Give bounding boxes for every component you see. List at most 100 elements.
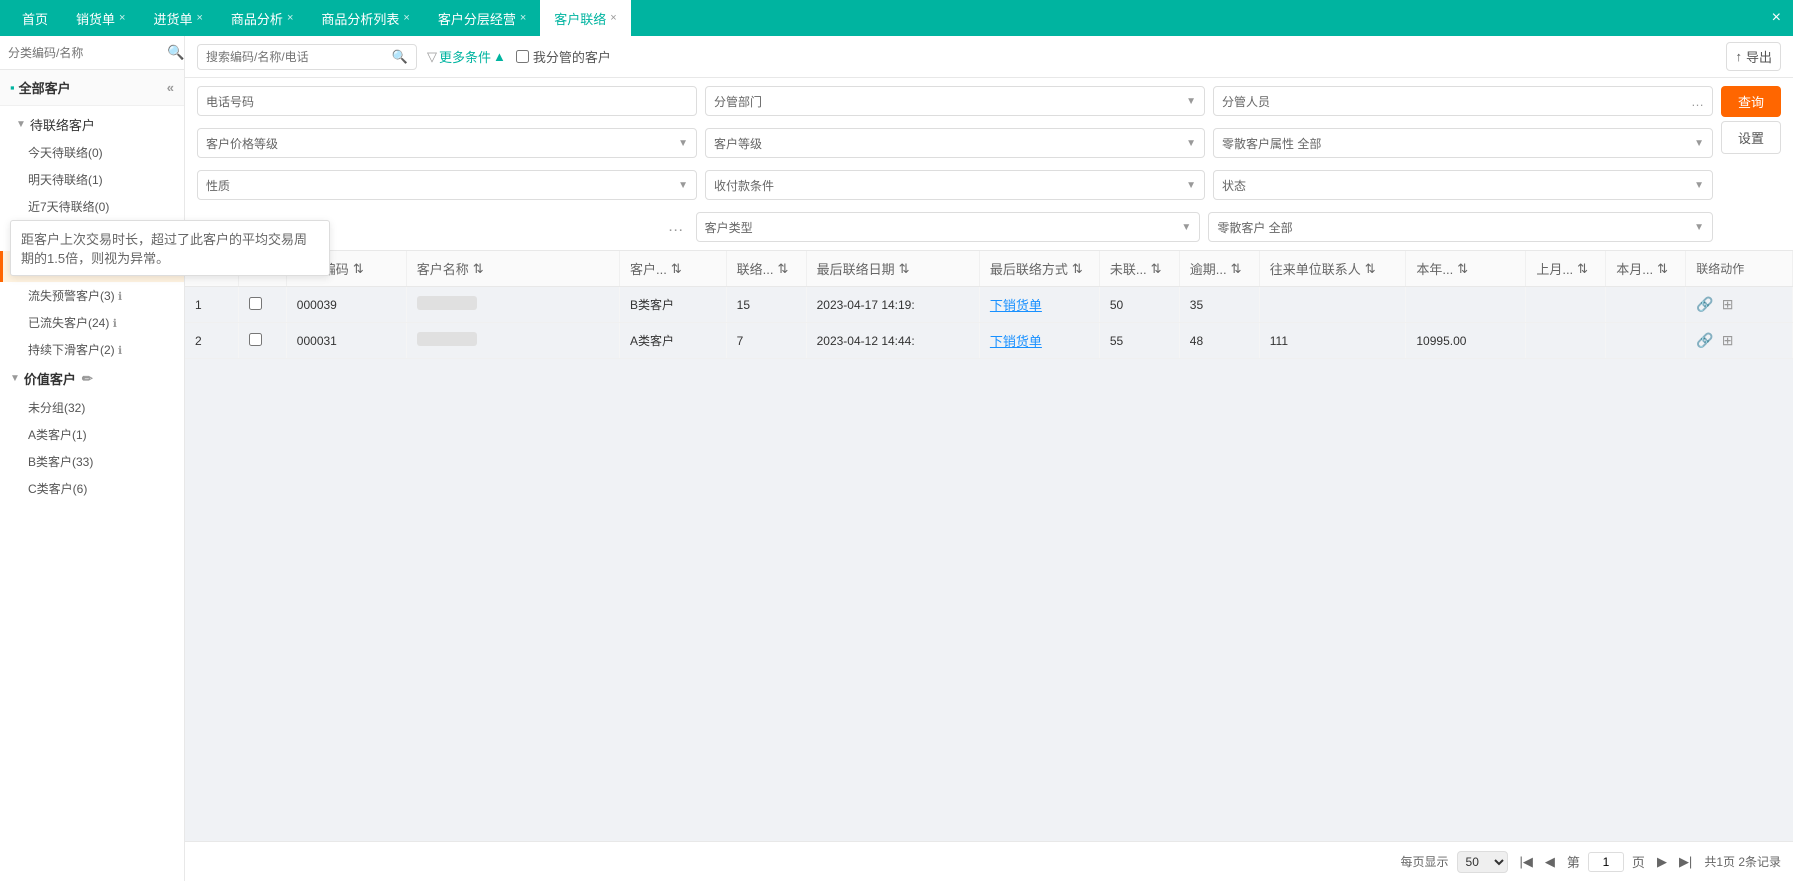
filter-search-box: 🔍 — [197, 44, 417, 70]
filter-dept[interactable]: 分管部门 ▼ — [705, 86, 1205, 116]
row-checkbox-2[interactable] — [249, 333, 262, 346]
td-last-date-1: 2023-04-17 14:19: — [806, 287, 979, 323]
more-action-icon-1[interactable]: ⊞ — [1722, 296, 1734, 313]
sidebar-item-lost[interactable]: 已流失客户(24) ℹ — [0, 309, 184, 336]
filter-customer-level[interactable]: 客户等级 ▼ — [705, 128, 1205, 158]
td-actions-2: 🔗 ⊞ — [1686, 323, 1793, 359]
edit-icon[interactable]: ✏ — [82, 371, 93, 387]
filter-status[interactable]: 状态 ▼ — [1213, 170, 1713, 200]
th-customer-name[interactable]: 客户名称 ⇅ — [406, 251, 619, 287]
sidebar-content: ▪ 全部客户 « ▼ 待联络客户 今天待联络(0) 明天待联络(1) 近7天待联… — [0, 70, 184, 881]
contact-icon-2[interactable]: 🔗 — [1696, 332, 1713, 349]
sidebar-search-input[interactable] — [8, 46, 163, 60]
sidebar-item-declining[interactable]: 持续下滑客户(2) ℹ — [0, 336, 184, 363]
sidebar-item-loss-warning[interactable]: 流失预警客户(3) ℹ — [0, 282, 184, 309]
main-search-icon[interactable]: 🔍 — [392, 49, 408, 65]
filter-price-level[interactable]: 客户价格等级 ▼ — [197, 128, 697, 158]
sidebar-item-class-c[interactable]: C类客户(6) — [0, 475, 184, 502]
sidebar-item-today[interactable]: 今天待联络(0) — [0, 139, 184, 166]
contact-icon-1[interactable]: 🔗 — [1696, 296, 1713, 313]
nav-sales-order[interactable]: 销货单 × — [62, 0, 139, 36]
chevron-down-icon: ▼ — [1186, 138, 1196, 149]
sidebar-item-tomorrow[interactable]: 明天待联络(1) — [0, 166, 184, 193]
nav-close-icon[interactable]: × — [287, 12, 293, 24]
window-close-button[interactable]: × — [1772, 9, 1781, 27]
chevron-up-icon: ▲ — [493, 49, 506, 64]
sidebar-value-customers-header[interactable]: ▼ 价值客户 ✏ — [0, 363, 184, 394]
page-size-select[interactable]: 50 100 200 — [1457, 851, 1508, 873]
my-customers-checkbox[interactable] — [516, 50, 529, 63]
sidebar-item-class-b[interactable]: B类客户(33) — [0, 448, 184, 475]
more-conditions-button[interactable]: ▽ 更多条件 ▲ — [427, 47, 506, 66]
filter-retail-customer[interactable]: 零散客户 全部 ▼ — [1208, 212, 1713, 242]
page-first-button[interactable]: |◀ — [1516, 852, 1537, 872]
filter-row-2: 客户价格等级 ▼ 客户等级 ▼ 零散客户属性 全部 ▼ — [197, 128, 1713, 158]
th-company-contact[interactable]: 往来单位联系人 ⇅ — [1259, 251, 1406, 287]
page-prev-button[interactable]: ◀ — [1541, 852, 1559, 872]
chevron-down-icon: ▼ — [678, 138, 688, 149]
nav-purchase-order[interactable]: 进货单 × — [139, 0, 216, 36]
td-name-2 — [406, 323, 619, 359]
table-scroll-wrapper: ⚙ 客户编码 ⇅ 客户名称 ⇅ 客户... ⇅ — [185, 251, 1793, 841]
sidebar-search-icon[interactable]: 🔍 — [167, 44, 184, 61]
filter-person[interactable]: 分管人员 … — [1213, 86, 1713, 116]
nav-customer-contact[interactable]: 客户联络 × — [540, 0, 630, 36]
th-last-month[interactable]: 上月... ⇅ — [1526, 251, 1606, 287]
th-this-month[interactable]: 本月... ⇅ — [1606, 251, 1686, 287]
chevron-down-icon: ▼ — [678, 180, 688, 191]
nav-close-icon[interactable]: × — [196, 12, 202, 24]
main-search-input[interactable] — [206, 50, 388, 64]
link-sales-order-1[interactable]: 下销货单 — [990, 298, 1042, 313]
th-overdue[interactable]: 逾期... ⇅ — [1179, 251, 1259, 287]
link-sales-order-2[interactable]: 下销货单 — [990, 334, 1042, 349]
td-contact-count-1: 15 — [726, 287, 806, 323]
top-navigation: 首页 销货单 × 进货单 × 商品分析 × 商品分析列表 × 客户分层经营 × … — [0, 0, 1793, 36]
th-this-year[interactable]: 本年... ⇅ — [1406, 251, 1526, 287]
nav-close-icon[interactable]: × — [520, 12, 526, 24]
bottom-pagination-bar: 每页显示 50 100 200 |◀ ◀ 第 页 ▶ ▶| 共1页 2条记录 — [185, 841, 1793, 881]
ellipsis-icon[interactable]: … — [1691, 94, 1704, 109]
settings-button[interactable]: 设置 — [1721, 121, 1781, 154]
query-button[interactable]: 查询 — [1721, 86, 1781, 117]
th-customer-type[interactable]: 客户... ⇅ — [620, 251, 727, 287]
more-action-icon-2[interactable]: ⊞ — [1722, 332, 1734, 349]
arrow-down-icon: ▼ — [10, 373, 20, 384]
nav-close-active-icon[interactable]: × — [610, 12, 616, 24]
page-number-input[interactable] — [1588, 852, 1624, 872]
export-button[interactable]: ↑ 导出 — [1726, 42, 1781, 71]
filter-retail-attr[interactable]: 零散客户属性 全部 ▼ — [1213, 128, 1713, 158]
nav-product-analysis[interactable]: 商品分析 × — [217, 0, 307, 36]
sidebar-item-ungrouped[interactable]: 未分组(32) — [0, 394, 184, 421]
nav-customer-stratification[interactable]: 客户分层经营 × — [424, 0, 540, 36]
chevron-down-icon: ▼ — [1186, 180, 1196, 191]
td-this-year-1 — [1406, 287, 1526, 323]
sidebar-all-customers-header[interactable]: ▪ 全部客户 « — [0, 70, 184, 106]
nav-home[interactable]: 首页 — [8, 0, 62, 36]
sidebar-collapse-icon[interactable]: « — [167, 80, 174, 95]
sort-icon: ⇅ — [671, 261, 682, 277]
th-last-contact-date[interactable]: 最后联络日期 ⇅ — [806, 251, 979, 287]
nav-close-icon[interactable]: × — [403, 12, 409, 24]
page-last-button[interactable]: ▶| — [1675, 852, 1696, 872]
filter-phone[interactable]: 电话号码 — [197, 86, 697, 116]
chevron-down-icon: ▼ — [1186, 96, 1196, 107]
filter-nature[interactable]: 性质 ▼ — [197, 170, 697, 200]
row-checkbox-1[interactable] — [249, 297, 262, 310]
chevron-down-icon: ▼ — [1694, 138, 1704, 149]
my-customers-checkbox-area: 我分管的客户 — [516, 47, 611, 66]
td-no-2: 2 — [185, 323, 238, 359]
th-contact-count[interactable]: 联络... ⇅ — [726, 251, 806, 287]
th-not-contacted[interactable]: 未联... ⇅ — [1099, 251, 1179, 287]
filter-customer-type[interactable]: 客户类型 ▼ — [696, 212, 1201, 242]
nav-product-analysis-list[interactable]: 商品分析列表 × — [307, 0, 423, 36]
sidebar-group-pending-header[interactable]: ▼ 待联络客户 — [0, 110, 184, 139]
sort-icon: ⇅ — [899, 261, 910, 277]
page-next-button[interactable]: ▶ — [1653, 852, 1671, 872]
sidebar-item-week[interactable]: 近7天待联络(0) — [0, 193, 184, 220]
th-last-contact-method[interactable]: 最后联络方式 ⇅ — [979, 251, 1099, 287]
td-type-2: A类客户 — [620, 323, 727, 359]
nav-close-icon[interactable]: × — [119, 12, 125, 24]
filter-payment[interactable]: 收付款条件 ▼ — [705, 170, 1205, 200]
sidebar-item-class-a[interactable]: A类客户(1) — [0, 421, 184, 448]
more-dots-icon[interactable]: … — [668, 218, 684, 236]
